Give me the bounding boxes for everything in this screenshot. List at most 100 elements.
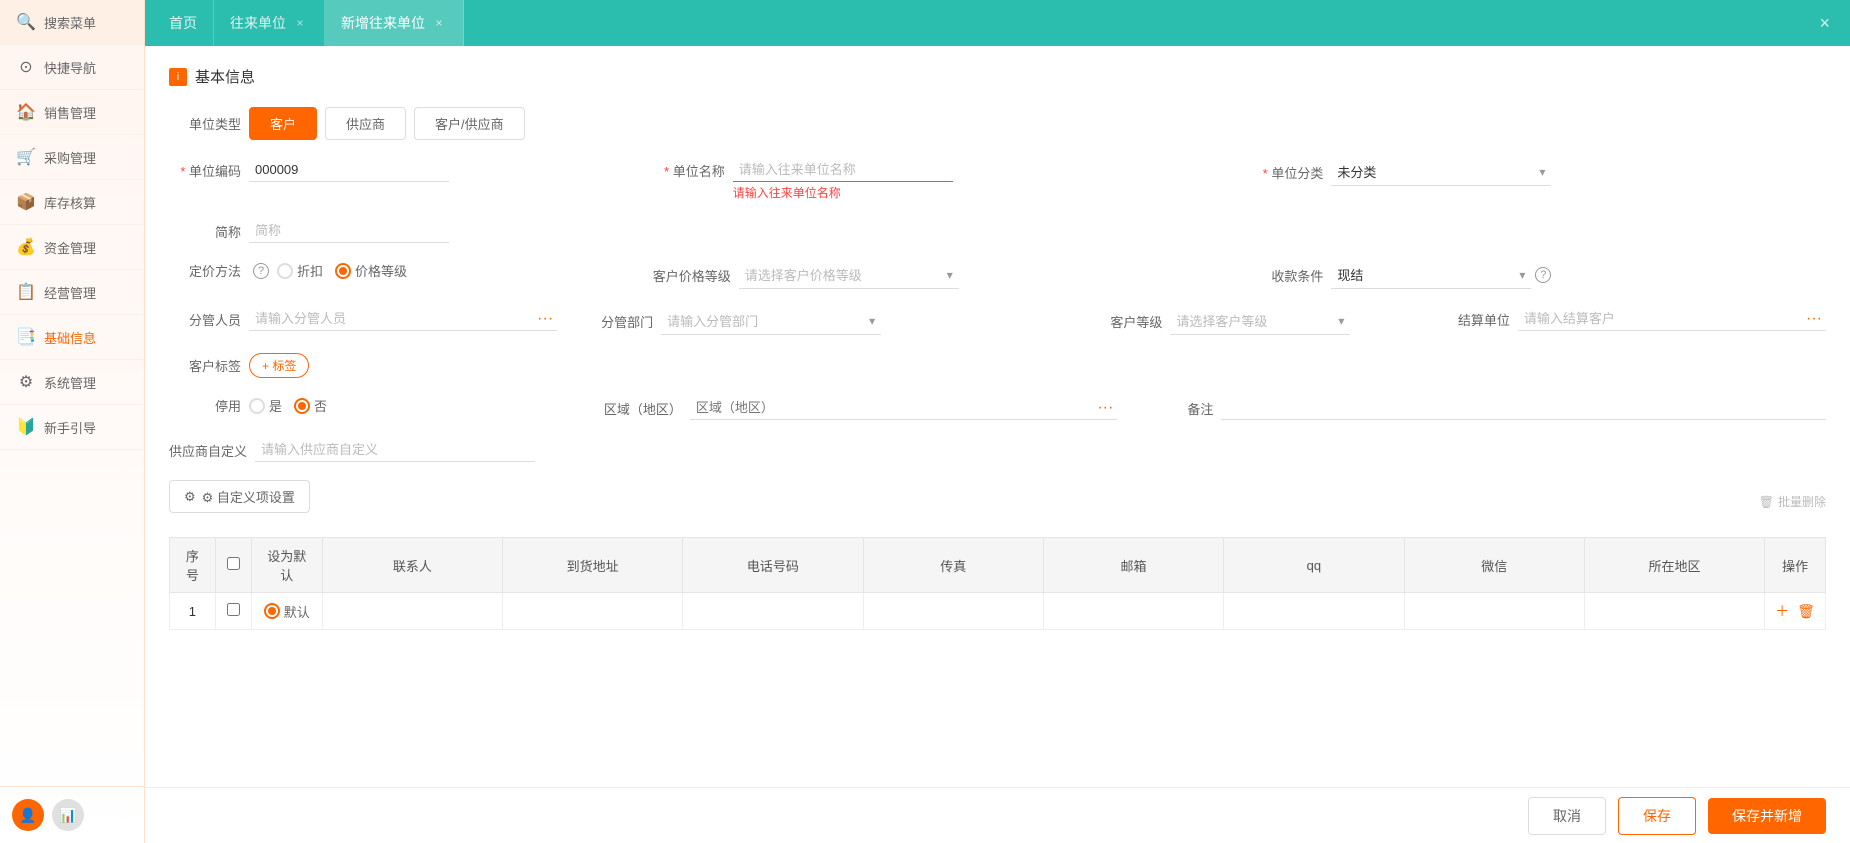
default-radio-circle xyxy=(264,603,280,619)
unit-name-label: 单位名称 xyxy=(653,161,733,180)
new-guide-icon: 🔰 xyxy=(16,417,36,437)
remark-label: 备注 xyxy=(1141,399,1221,418)
short-name-group: 简称 xyxy=(169,219,1826,243)
radio-disable-yes[interactable]: 是 xyxy=(249,396,282,415)
sidebar-item-basic-info[interactable]: 📑 基础信息 xyxy=(0,315,144,360)
pricing-help-icon[interactable]: ? xyxy=(253,263,269,279)
radio-disable-no[interactable]: 否 xyxy=(294,396,327,415)
radio-yes-circle xyxy=(249,398,265,414)
add-tag-button[interactable]: + 标签 xyxy=(249,353,309,378)
sidebar-item-system[interactable]: ⚙ 系统管理 xyxy=(0,360,144,405)
unit-name-input[interactable] xyxy=(733,158,953,182)
qq-input[interactable] xyxy=(1234,604,1393,619)
supplier-custom-input[interactable] xyxy=(255,438,535,462)
sidebar-item-quick-nav[interactable]: ⊙ 快捷导航 xyxy=(0,45,144,90)
unit-btn-both[interactable]: 客户/供应商 xyxy=(414,107,525,140)
user-button[interactable]: 👤 xyxy=(12,799,44,831)
phone-input[interactable] xyxy=(693,604,852,619)
region-group: 区域（地区） ··· xyxy=(604,396,1118,420)
col-fax: 传真 xyxy=(863,538,1043,593)
sidebar: 🔍 搜索菜单 ⊙ 快捷导航 🏠 销售管理 🛒 采购管理 📦 库存核算 💰 资金管… xyxy=(0,0,145,843)
tab-close-new-partner[interactable]: × xyxy=(431,15,447,31)
cell-checkbox xyxy=(215,593,251,630)
remark-input[interactable] xyxy=(1221,396,1826,420)
unit-btn-customer[interactable]: 客户 xyxy=(249,107,317,140)
sidebar-item-operations[interactable]: 📋 经营管理 xyxy=(0,270,144,315)
short-name-input[interactable] xyxy=(249,219,449,243)
address-input[interactable] xyxy=(513,604,672,619)
save-button[interactable]: 保存 xyxy=(1618,797,1696,835)
content-area: i 基本信息 单位类型 客户 供应商 客户/供应商 单位编码 xyxy=(145,46,1850,787)
footer-bar: 取消 保存 保存并新增 xyxy=(145,787,1850,843)
sidebar-item-finance[interactable]: 💰 资金管理 xyxy=(0,225,144,270)
tab-home[interactable]: 首页 xyxy=(153,0,214,46)
manager-input[interactable] xyxy=(249,307,533,330)
operations-icon: 📋 xyxy=(16,282,36,302)
contact-input[interactable] xyxy=(333,604,492,619)
sidebar-item-sales[interactable]: 🏠 销售管理 xyxy=(0,90,144,135)
payment-terms-select[interactable]: 现结 ▾ xyxy=(1331,261,1531,289)
finance-icon: 💰 xyxy=(16,237,36,257)
unit-info-row: 单位编码 单位名称 请输入往来单位名称 单位分类 xyxy=(169,158,1826,201)
region-input-wrapper: ··· xyxy=(690,396,1118,420)
tab-close-partner-list[interactable]: × xyxy=(292,15,308,31)
region-input[interactable] xyxy=(690,396,1094,419)
row-default-radio[interactable]: 默认 xyxy=(262,602,312,621)
batch-delete-label[interactable]: 批量删除 xyxy=(1778,493,1826,510)
select-all-checkbox[interactable] xyxy=(227,557,240,570)
department-label: 分管部门 xyxy=(581,312,661,331)
manager-row: 分管人员 ··· 分管部门 请输入分管部门 ▾ xyxy=(169,307,1826,335)
radio-price-level[interactable]: 价格等级 xyxy=(335,261,407,280)
unit-btn-supplier[interactable]: 供应商 xyxy=(325,107,406,140)
email-input[interactable] xyxy=(1054,604,1213,619)
wechat-input[interactable] xyxy=(1415,604,1574,619)
row-add-icon[interactable]: ＋ xyxy=(1775,601,1789,621)
sidebar-item-new-guide[interactable]: 🔰 新手引导 xyxy=(0,405,144,450)
remark-group: 备注 xyxy=(1141,396,1826,420)
unit-type-row: 单位类型 客户 供应商 客户/供应商 xyxy=(169,107,1826,140)
manager-more-btn[interactable]: ··· xyxy=(533,310,557,328)
unit-name-error: 请输入往来单位名称 xyxy=(733,184,841,201)
batch-delete-icon: 🗑 xyxy=(1759,495,1774,509)
customer-price-level-group: 客户价格等级 请选择客户价格等级 ▾ xyxy=(653,261,1228,289)
stats-button[interactable]: 📊 xyxy=(52,799,84,831)
region-more-btn[interactable]: ··· xyxy=(1093,399,1117,417)
cell-action: ＋ 🗑 xyxy=(1765,593,1826,630)
table-region-input[interactable] xyxy=(1595,604,1754,619)
unit-code-label: 单位编码 xyxy=(169,161,249,180)
save-new-button[interactable]: 保存并新增 xyxy=(1708,798,1826,834)
sidebar-item-purchase[interactable]: 🛒 采购管理 xyxy=(0,135,144,180)
unit-category-group: 单位分类 未分类 ▾ xyxy=(1251,158,1826,186)
payment-terms-group: 收款条件 现结 ▾ ? xyxy=(1251,261,1826,289)
row-delete-icon[interactable]: 🗑 xyxy=(1797,603,1815,620)
customer-level-select[interactable]: 请选择客户等级 ▾ xyxy=(1170,307,1350,335)
radio-discount[interactable]: 折扣 xyxy=(277,261,323,280)
settlement-unit-more-btn[interactable]: ··· xyxy=(1802,310,1826,328)
payment-terms-help-icon[interactable]: ? xyxy=(1535,267,1551,283)
quick-nav-icon: ⊙ xyxy=(16,57,36,77)
cancel-button[interactable]: 取消 xyxy=(1528,797,1606,835)
customer-price-level-select[interactable]: 请选择客户价格等级 ▾ xyxy=(739,261,959,289)
sidebar-item-search[interactable]: 🔍 搜索菜单 xyxy=(0,0,144,45)
custom-settings-button[interactable]: ⚙ ⚙ 自定义项设置 xyxy=(169,480,310,513)
col-seq: 序号 xyxy=(170,538,216,593)
department-select[interactable]: 请输入分管部门 ▾ xyxy=(661,307,881,335)
radio-no-circle xyxy=(294,398,310,414)
cell-fax xyxy=(863,593,1043,630)
fax-input[interactable] xyxy=(874,604,1033,619)
window-close-button[interactable]: × xyxy=(1807,13,1842,34)
department-chevron: ▾ xyxy=(869,314,875,328)
basic-info-icon: 📑 xyxy=(16,327,36,347)
unit-code-group: 单位编码 xyxy=(169,158,629,182)
unit-category-select[interactable]: 未分类 ▾ xyxy=(1331,158,1551,186)
disable-group: 停用 是 否 xyxy=(169,396,580,415)
tab-new-partner[interactable]: 新增往来单位 × xyxy=(325,0,464,46)
unit-code-input[interactable] xyxy=(249,158,449,182)
tab-partner-list[interactable]: 往来单位 × xyxy=(214,0,325,46)
row-checkbox[interactable] xyxy=(227,603,240,616)
sidebar-item-inventory[interactable]: 📦 库存核算 xyxy=(0,180,144,225)
unit-category-chevron: ▾ xyxy=(1539,165,1545,179)
cell-wechat xyxy=(1404,593,1584,630)
settlement-unit-input[interactable] xyxy=(1518,307,1802,330)
supplier-custom-label: 供应商自定义 xyxy=(169,441,255,460)
